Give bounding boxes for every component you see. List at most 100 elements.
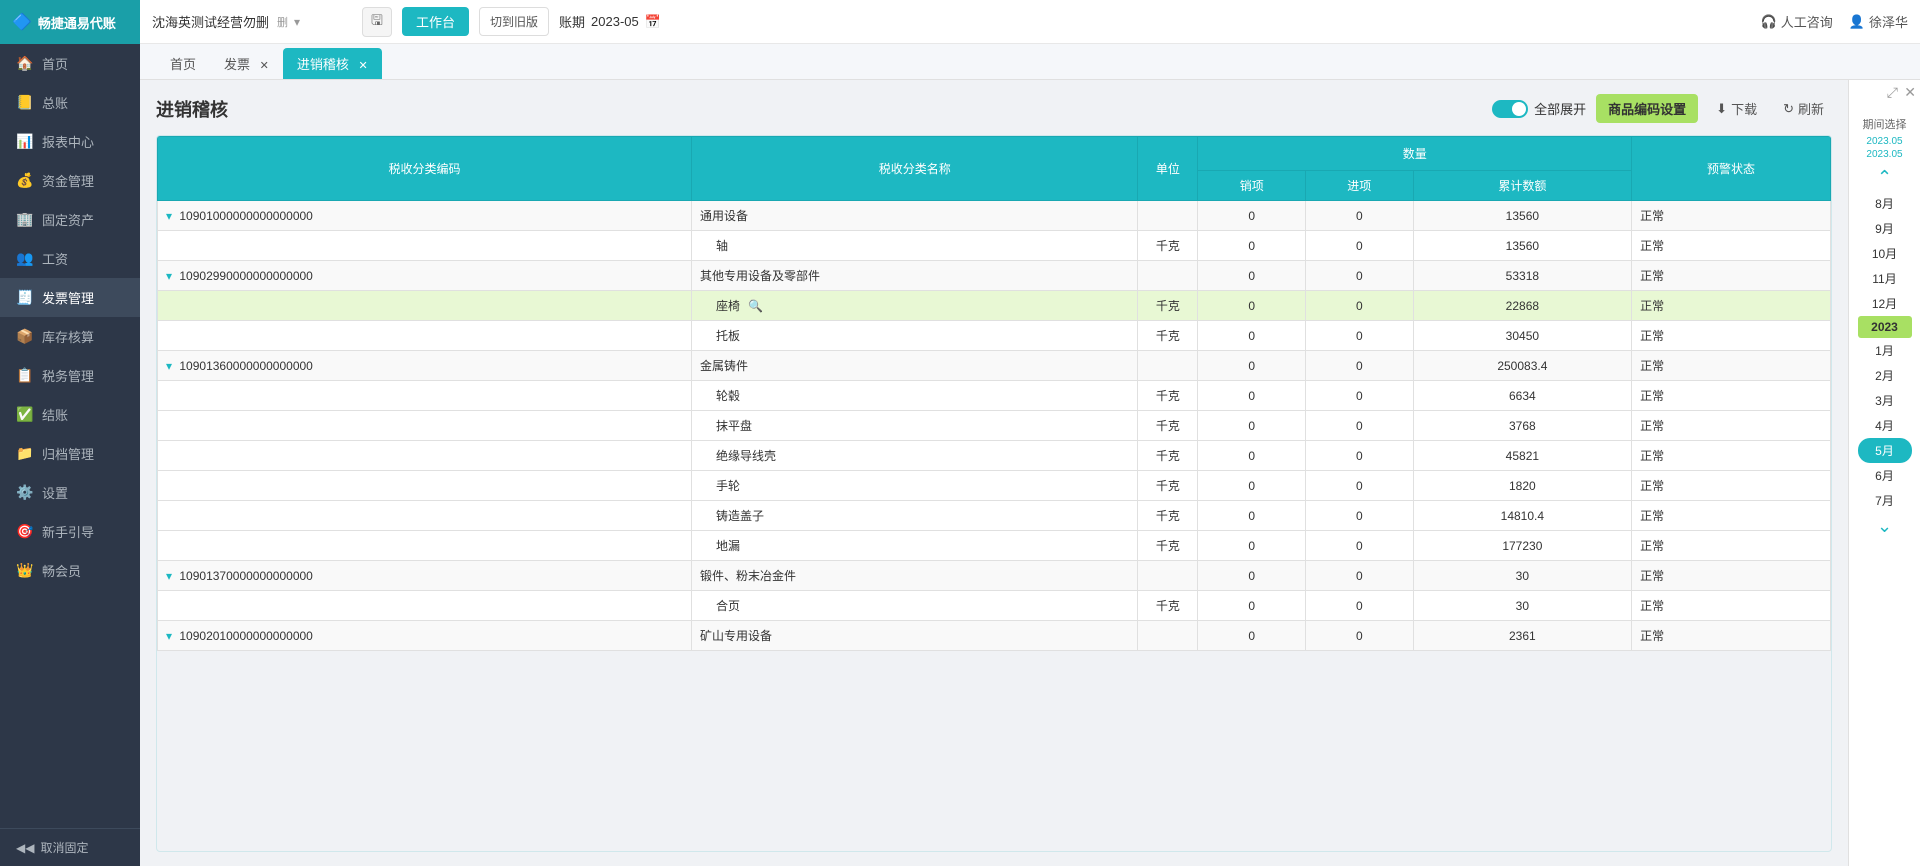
tab-reconcile-label: 进销稽核 (297, 57, 349, 72)
month-item[interactable]: 6月 (1858, 463, 1912, 488)
user-menu[interactable]: 👤 徐泽华 (1849, 12, 1908, 31)
table-row: 正常 (1632, 501, 1831, 531)
table-row: 0 (1198, 591, 1306, 621)
table-row: 0 (1198, 501, 1306, 531)
chevron-down-icon[interactable]: ▾ (294, 15, 300, 29)
tab-reconcile[interactable]: 进销稽核 ✕ (283, 48, 382, 79)
tab-invoice[interactable]: 发票 ✕ (210, 48, 283, 79)
table-row: 千克 (1138, 531, 1198, 561)
month-item[interactable]: 12月 (1858, 291, 1912, 316)
sidebar-item-guide[interactable]: 🎯 新手引导 (0, 512, 140, 551)
sidebar-footer[interactable]: ◀◀ 取消固定 (0, 828, 140, 866)
tab-invoice-close[interactable]: ✕ (260, 60, 269, 72)
table-row (158, 411, 692, 441)
download-button[interactable]: ⬇ 下载 (1708, 95, 1765, 122)
month-item[interactable]: 1月 (1858, 338, 1912, 363)
sidebar-item-salary[interactable]: 👥 工资 (0, 239, 140, 278)
sidebar-item-tax[interactable]: 📋 税务管理 (0, 356, 140, 395)
expand-icon[interactable]: ▾ (166, 569, 172, 583)
table-row: 0 (1306, 381, 1414, 411)
sidebar-item-archive[interactable]: 📁 归档管理 (0, 434, 140, 473)
table-row: 0 (1306, 471, 1414, 501)
expand-icon[interactable]: ▾ (166, 209, 172, 223)
sidebar-item-assets[interactable]: 🏢 固定资产 (0, 200, 140, 239)
sidebar-item-settle[interactable]: ✅ 结账 (0, 395, 140, 434)
tab-home[interactable]: 首页 (156, 48, 210, 79)
sidebar-item-member[interactable]: 👑 畅会员 (0, 551, 140, 590)
delete-icon[interactable]: 删 (277, 14, 288, 30)
workbench-button[interactable]: 工作台 (402, 7, 469, 36)
calendar-icon[interactable]: 📅 (645, 14, 661, 30)
expand-icon[interactable]: ▾ (166, 269, 172, 283)
month-item[interactable]: 3月 (1858, 388, 1912, 413)
col-purchase: 进项 (1306, 171, 1414, 201)
save-button[interactable]: 🖫 (362, 7, 392, 37)
table-row: 53318 (1413, 261, 1632, 291)
toggle-track[interactable] (1492, 100, 1528, 118)
tab-reconcile-close[interactable]: ✕ (359, 60, 368, 72)
sidebar-item-label: 归档管理 (42, 444, 94, 463)
sidebar-item-report[interactable]: 📊 报表中心 (0, 122, 140, 161)
table-row: 13560 (1413, 201, 1632, 231)
help-button[interactable]: 🎧 人工咨询 (1761, 12, 1833, 31)
month-item[interactable]: 4月 (1858, 413, 1912, 438)
toggle-label: 全部展开 (1534, 99, 1586, 118)
page-title-bar: 进销稽核 全部展开 商品编码设置 ⬇ 下载 ↻ 刷 (156, 94, 1832, 123)
col-sale: 销项 (1198, 171, 1306, 201)
expand-toggle[interactable]: 全部展开 (1492, 99, 1586, 118)
table-row: 0 (1306, 351, 1414, 381)
tab-home-label: 首页 (170, 57, 196, 72)
invoice-icon: 🧾 (16, 289, 34, 306)
table-row: 轴 (691, 231, 1137, 261)
sidebar-logo: 🔷 畅捷通易代账 (0, 0, 140, 44)
tax-icon: 📋 (16, 367, 34, 384)
table-row: 30 (1413, 591, 1632, 621)
category-code: 10902990000000000000 (179, 269, 312, 283)
switch-version-button[interactable]: 切到旧版 (479, 7, 549, 36)
month-item[interactable]: 8月 (1858, 191, 1912, 216)
table-row: 0 (1306, 561, 1414, 591)
sidebar-item-settings[interactable]: ⚙️ 设置 (0, 473, 140, 512)
sidebar-nav: 🏠 首页 📒 总账 📊 报表中心 💰 资金管理 🏢 固定资产 👥 工资 🧾 发票… (0, 44, 140, 828)
period-label: 账期 (559, 12, 585, 31)
table-row: 正常 (1632, 561, 1831, 591)
report-icon: 📊 (16, 133, 34, 150)
table-row (158, 471, 692, 501)
nav-down-icon[interactable]: ⌄ (1877, 516, 1892, 537)
month-item[interactable]: 10月 (1858, 241, 1912, 266)
table-row: 正常 (1632, 291, 1831, 321)
month-item[interactable]: 2月 (1858, 363, 1912, 388)
month-item[interactable]: 2023 (1858, 316, 1912, 338)
month-item[interactable]: 9月 (1858, 216, 1912, 241)
month-item[interactable]: 5月 (1858, 438, 1912, 463)
headset-icon: 🎧 (1761, 14, 1777, 30)
sidebar-item-label: 设置 (42, 483, 68, 502)
sidebar-item-invoice[interactable]: 🧾 发票管理 (0, 278, 140, 317)
panel-close-button[interactable]: ✕ (1904, 84, 1916, 101)
sidebar-item-label: 固定资产 (42, 210, 94, 229)
sidebar-item-ledger[interactable]: 📒 总账 (0, 83, 140, 122)
expand-icon[interactable]: ▾ (166, 629, 172, 643)
home-icon: 🏠 (16, 55, 34, 72)
nav-up-icon[interactable]: ⌃ (1877, 167, 1892, 188)
month-item[interactable]: 11月 (1858, 266, 1912, 291)
main-area: 沈海英测试经营勿删 删 ▾ 🖫 工作台 切到旧版 账期 2023-05 📅 🎧 … (140, 0, 1920, 866)
table-row: ▾ 10901370000000000000 (158, 561, 692, 591)
table-row: 金属铸件 (691, 351, 1137, 381)
table-row: 0 (1306, 621, 1414, 651)
sidebar-item-fund[interactable]: 💰 资金管理 (0, 161, 140, 200)
search-icon[interactable]: 🔍 (748, 299, 763, 313)
panel-expand-button[interactable]: ⤢ (1887, 84, 1898, 101)
fund-icon: 💰 (16, 172, 34, 189)
col-total: 累计数额 (1413, 171, 1632, 201)
refresh-icon: ↻ (1783, 101, 1794, 117)
refresh-button[interactable]: ↻ 刷新 (1775, 95, 1832, 122)
table-row: 正常 (1632, 321, 1831, 351)
product-code-button[interactable]: 商品编码设置 (1596, 94, 1698, 123)
sidebar-item-inventory[interactable]: 📦 库存核算 (0, 317, 140, 356)
month-item[interactable]: 7月 (1858, 488, 1912, 513)
sidebar-item-home[interactable]: 🏠 首页 (0, 44, 140, 83)
table-row: 千克 (1138, 291, 1198, 321)
table-row: 45821 (1413, 441, 1632, 471)
expand-icon[interactable]: ▾ (166, 359, 172, 373)
